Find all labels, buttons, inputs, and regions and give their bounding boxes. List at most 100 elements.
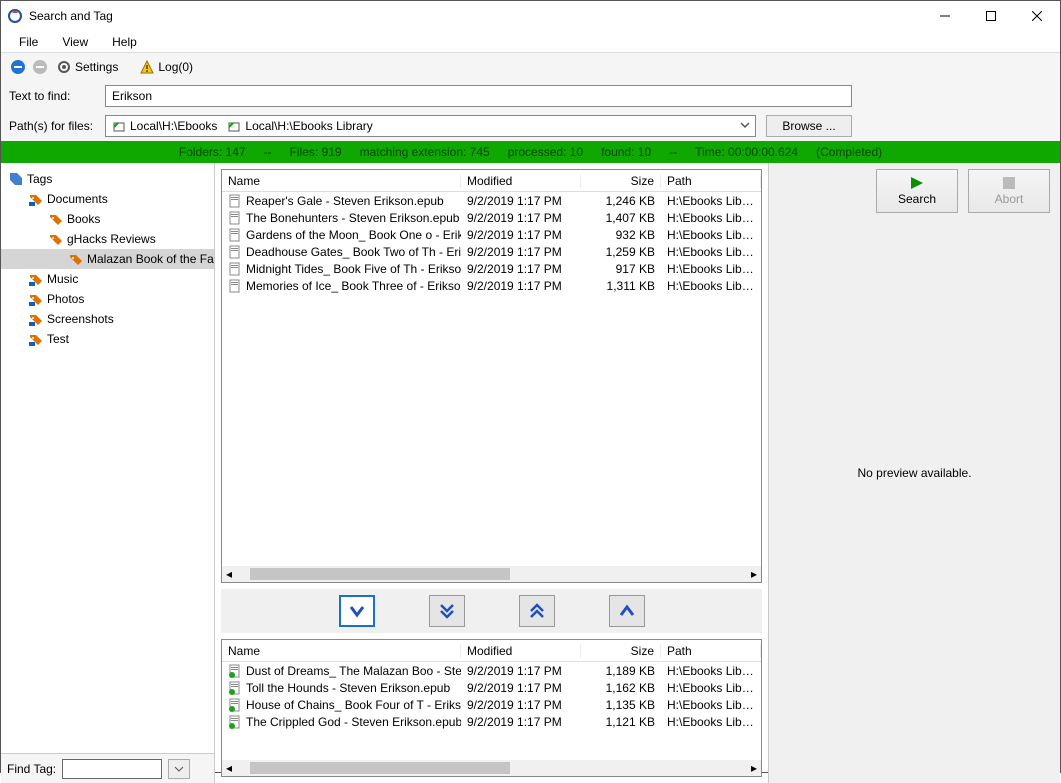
file-modified: 9/2/2019 1:17 PM <box>461 228 581 242</box>
find-tag-label: Find Tag: <box>7 762 56 776</box>
settings-label: Settings <box>75 60 118 74</box>
tree-item[interactable]: Photos <box>1 289 214 309</box>
file-icon <box>228 228 242 242</box>
col-size[interactable]: Size <box>581 644 661 658</box>
file-path: H:\Ebooks Library\ <box>661 279 761 293</box>
back-icon[interactable] <box>9 58 27 76</box>
status-found: found: 10 <box>601 145 651 159</box>
log-button[interactable]: Log(0) <box>136 58 197 76</box>
list-row[interactable]: Midnight Tides_ Book Five of Th - Erikso… <box>222 260 761 277</box>
search-button[interactable]: Search <box>876 169 958 213</box>
move-up-button[interactable] <box>609 595 645 627</box>
tree-item[interactable]: Documents <box>1 189 214 209</box>
tag-icon <box>29 272 43 286</box>
text-to-find-input[interactable] <box>105 85 852 107</box>
path-entry-1: Local\H:\Ebooks <box>130 119 217 133</box>
col-name[interactable]: Name <box>222 174 461 188</box>
preview-message: No preview available. <box>857 466 971 480</box>
tree-item[interactable]: Books <box>1 209 214 229</box>
find-tag-dropdown[interactable] <box>168 759 190 779</box>
list-row[interactable]: Deadhouse Gates_ Book Two of Th - Erikso… <box>222 243 761 260</box>
toolbar: Settings Log(0) <box>1 53 1060 81</box>
scroll-thumb[interactable] <box>250 568 510 580</box>
file-modified: 9/2/2019 1:17 PM <box>461 194 581 208</box>
status-state: (Completed) <box>816 145 882 159</box>
tree-item[interactable]: Music <box>1 269 214 289</box>
file-icon <box>228 698 242 712</box>
col-modified[interactable]: Modified <box>461 174 581 188</box>
h-scrollbar[interactable]: ◂ ▸ <box>222 760 761 776</box>
tree-item-label: gHacks Reviews <box>67 232 156 246</box>
menu-file[interactable]: File <box>9 33 48 51</box>
file-path: H:\Ebooks Library\ <box>661 715 761 729</box>
col-size[interactable]: Size <box>581 174 661 188</box>
file-name: Reaper's Gale - Steven Erikson.epub <box>246 194 444 208</box>
scroll-left-icon[interactable]: ◂ <box>222 567 236 581</box>
file-icon <box>228 194 242 208</box>
file-icon <box>228 262 242 276</box>
move-all-down-button[interactable] <box>429 595 465 627</box>
tree-root[interactable]: Tags <box>1 169 214 189</box>
list-row[interactable]: Reaper's Gale - Steven Erikson.epub 9/2/2… <box>222 192 761 209</box>
file-name: Dust of Dreams_ The Malazan Boo - Steven… <box>246 664 461 678</box>
close-button[interactable] <box>1014 1 1060 31</box>
file-modified: 9/2/2019 1:17 PM <box>461 211 581 225</box>
scroll-thumb[interactable] <box>250 762 510 774</box>
list-row[interactable]: Memories of Ice_ Book Three of - Erikson… <box>222 277 761 294</box>
tags-root-icon <box>9 172 23 186</box>
tree-item[interactable]: Screenshots <box>1 309 214 329</box>
tag-icon <box>29 292 43 306</box>
minimize-button[interactable] <box>922 1 968 31</box>
file-path: H:\Ebooks Library\ <box>661 262 761 276</box>
tree-item[interactable]: Test <box>1 329 214 349</box>
folder-shortcut-icon <box>227 119 241 133</box>
list-row[interactable]: The Crippled God - Steven Erikson.epub9/… <box>222 713 761 730</box>
file-size: 1,189 KB <box>581 664 661 678</box>
h-scrollbar[interactable]: ◂ ▸ <box>222 566 761 582</box>
file-name: Toll the Hounds - Steven Erikson.epub <box>246 681 450 695</box>
maximize-button[interactable] <box>968 1 1014 31</box>
browse-button[interactable]: Browse ... <box>766 115 852 137</box>
file-path: H:\Ebooks Library\ <box>661 664 761 678</box>
text-to-find-label: Text to find: <box>9 89 99 103</box>
menu-help[interactable]: Help <box>102 33 147 51</box>
col-name[interactable]: Name <box>222 644 461 658</box>
file-size: 932 KB <box>581 228 661 242</box>
list-row[interactable]: Toll the Hounds - Steven Erikson.epub 9/2… <box>222 679 761 696</box>
status-files: Files: 919 <box>290 145 342 159</box>
move-down-button[interactable] <box>339 595 375 627</box>
file-modified: 9/2/2019 1:17 PM <box>461 698 581 712</box>
settings-button[interactable]: Settings <box>53 58 122 76</box>
list-row[interactable]: Gardens of the Moon_ Book One o - Erikso… <box>222 226 761 243</box>
file-modified: 9/2/2019 1:17 PM <box>461 681 581 695</box>
sidebar: Tags Documents Books gHacks Reviews Malazan… <box>1 163 215 783</box>
list-header: Name Modified Size Path <box>222 640 761 662</box>
preview-panel: No preview available. <box>769 163 1060 783</box>
tree-item-label: Test <box>47 332 69 346</box>
find-tag-input[interactable] <box>62 759 162 779</box>
menu-view[interactable]: View <box>52 33 98 51</box>
list-row[interactable]: The Bonehunters - Steven Erikson.epub9/2… <box>222 209 761 226</box>
path-entry-2: Local\H:\Ebooks Library <box>245 119 372 133</box>
file-name: Gardens of the Moon_ Book One o - Erikso… <box>246 228 461 242</box>
status-time: Time: 00:00:00.624 <box>695 145 798 159</box>
abort-button[interactable]: Abort <box>968 169 1050 213</box>
col-path[interactable]: Path <box>661 644 761 658</box>
tree-item[interactable]: gHacks Reviews <box>1 229 214 249</box>
file-size: 1,162 KB <box>581 681 661 695</box>
abort-label: Abort <box>995 192 1024 206</box>
col-modified[interactable]: Modified <box>461 644 581 658</box>
list-row[interactable]: Dust of Dreams_ The Malazan Boo - Steven… <box>222 662 761 679</box>
move-all-up-button[interactable] <box>519 595 555 627</box>
scroll-right-icon[interactable]: ▸ <box>747 567 761 581</box>
tree-item[interactable]: Malazan Book of the Falle <box>1 249 214 269</box>
forward-icon[interactable] <box>31 58 49 76</box>
tree-item-label: Books <box>67 212 100 226</box>
app-icon <box>7 8 23 24</box>
chevron-down-icon[interactable] <box>739 119 751 131</box>
paths-combo[interactable]: Local\H:\Ebooks Local\H:\Ebooks Library <box>105 115 756 137</box>
file-icon <box>228 279 242 293</box>
file-icon <box>228 211 242 225</box>
col-path[interactable]: Path <box>661 174 761 188</box>
list-row[interactable]: House of Chains_ Book Four of T - Erikso… <box>222 696 761 713</box>
